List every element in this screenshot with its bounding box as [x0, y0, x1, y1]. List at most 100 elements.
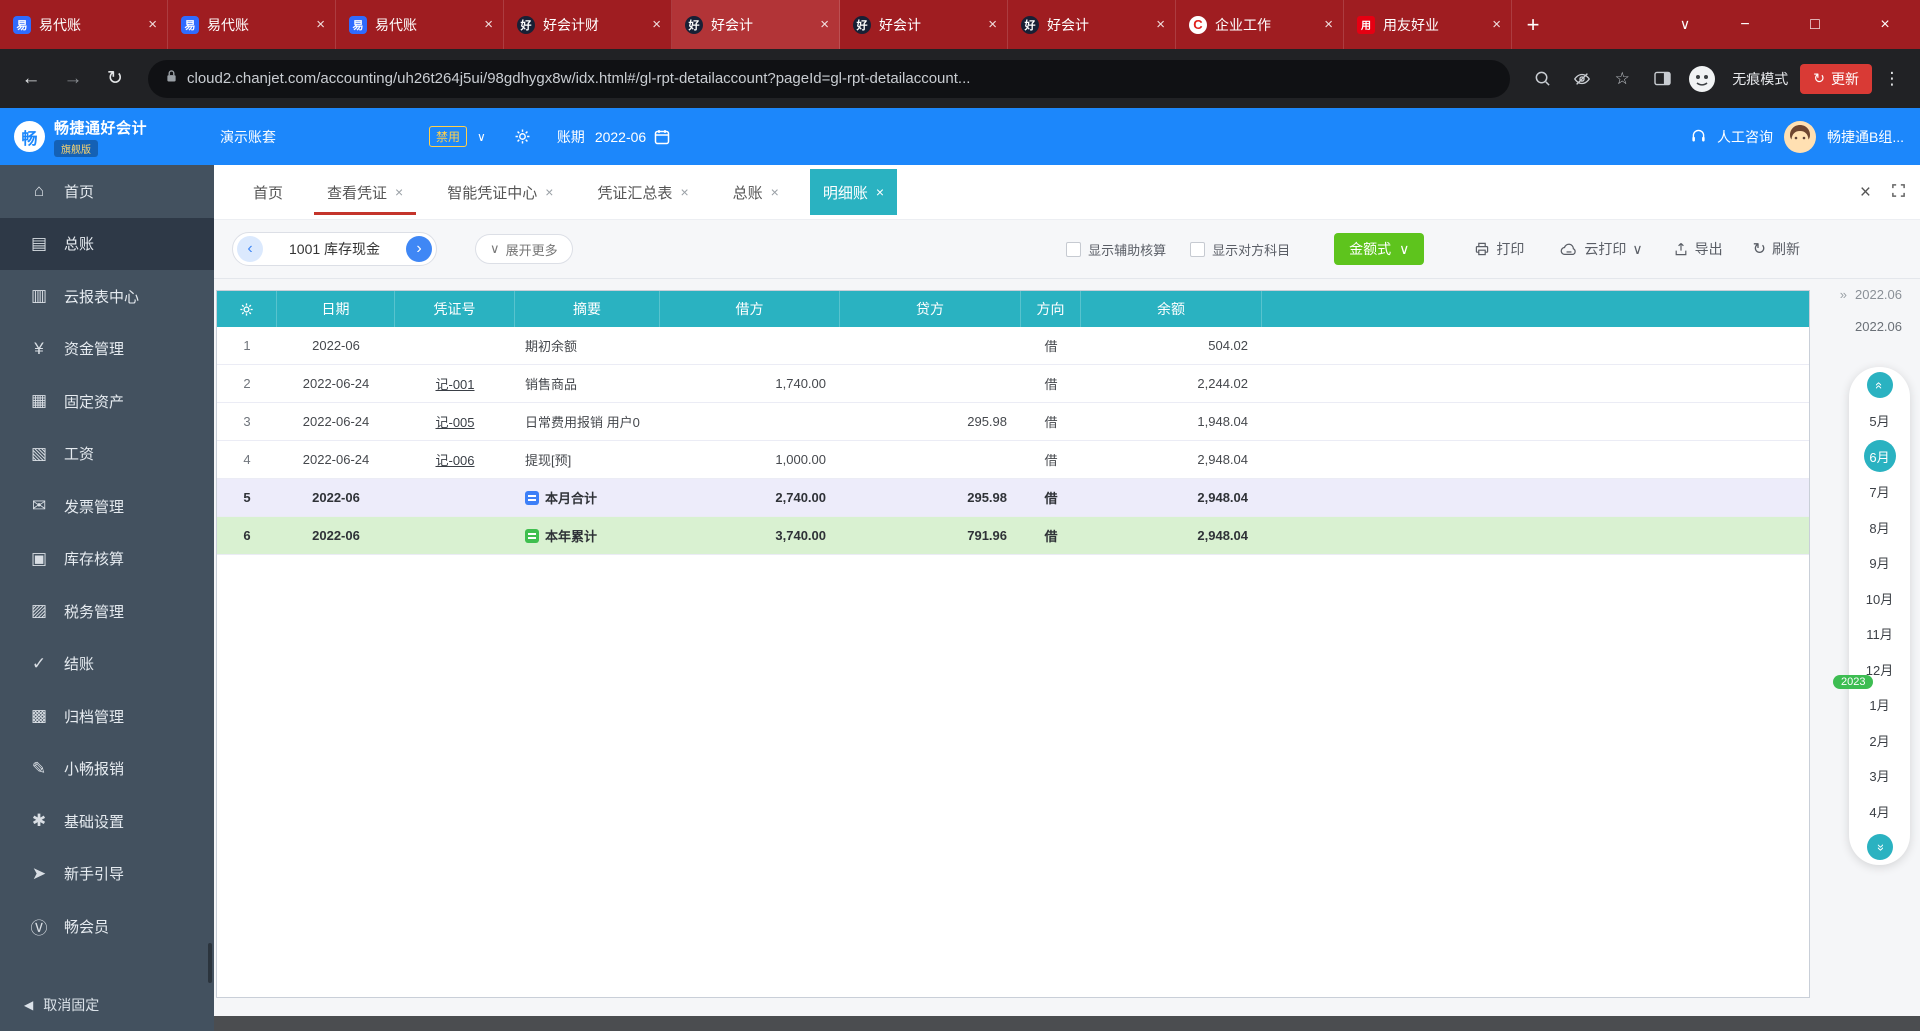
tab-close-icon[interactable]: × — [820, 16, 829, 33]
tab-close-icon[interactable]: × — [1492, 16, 1501, 33]
show-auxiliary-checkbox[interactable]: 显示辅助核算 — [1066, 240, 1166, 259]
workspace-tab[interactable]: 首页 — [240, 169, 296, 215]
bottom-scrollbar[interactable] — [214, 1016, 1920, 1031]
unpin-button[interactable]: ◀ 取消固定 — [0, 985, 214, 1025]
window-close-button[interactable]: × — [1850, 0, 1920, 49]
voucher-link[interactable]: 记-005 — [435, 415, 474, 430]
tab-close-icon[interactable]: × — [545, 184, 553, 200]
workspace-tab[interactable]: 明细账 × — [809, 169, 898, 215]
table-row[interactable]: 6 2022-06 本年累计 3,740.00 791.96 借 2,948.04 — [217, 517, 1809, 555]
month-item[interactable]: 5月 — [1849, 403, 1910, 439]
tab-close-icon[interactable]: × — [652, 16, 661, 33]
account-selector[interactable]: ‹ 1001 库存现金 › — [232, 232, 438, 266]
fullscreen-icon[interactable] — [1891, 183, 1906, 203]
month-item[interactable]: 11月 — [1849, 616, 1910, 652]
browser-menu-icon[interactable]: ⋮ — [1876, 69, 1908, 89]
table-row[interactable]: 1 2022-06 期初余额 借 504.02 — [217, 327, 1809, 365]
voucher-link[interactable]: 记-006 — [435, 453, 474, 468]
amount-format-button[interactable]: 金额式 ∨ — [1334, 233, 1425, 265]
sidebar-item-fund[interactable]: ¥ 资金管理 — [0, 323, 214, 376]
month-item[interactable]: 3月 — [1849, 758, 1910, 794]
tab-close-icon[interactable]: × — [484, 16, 493, 33]
tab-close-icon[interactable]: × — [988, 16, 997, 33]
search-icon[interactable] — [1524, 60, 1560, 98]
browser-tab[interactable]: 用用友好业 × — [1344, 0, 1512, 49]
browser-tab[interactable]: 易易代账 × — [336, 0, 504, 49]
back-icon[interactable]: ← — [12, 60, 50, 98]
calendar-icon[interactable] — [654, 129, 670, 145]
account-set-name[interactable]: 演示账套 — [220, 127, 276, 147]
sidebar-item-inventory[interactable]: ▣ 库存核算 — [0, 533, 214, 586]
tab-close-icon[interactable]: × — [1156, 16, 1165, 33]
sidebar-item-salary[interactable]: ▧ 工资 — [0, 428, 214, 481]
tab-close-icon[interactable]: × — [148, 16, 157, 33]
workspace-tab[interactable]: 智能凭证中心 × — [434, 169, 566, 215]
table-row[interactable]: 5 2022-06 本月合计 2,740.00 295.98 借 2,948.04 — [217, 479, 1809, 517]
tab-close-icon[interactable]: × — [316, 16, 325, 33]
checkbox-icon[interactable] — [1066, 241, 1082, 257]
sidebar-item-asset[interactable]: ▦ 固定资产 — [0, 375, 214, 428]
close-all-tabs-icon[interactable]: × — [1860, 182, 1871, 204]
show-counterpart-checkbox[interactable]: 显示对方科目 — [1190, 240, 1290, 259]
incognito-avatar[interactable] — [1684, 60, 1720, 98]
workspace-tab[interactable]: 查看凭证 × — [314, 169, 416, 215]
table-row[interactable]: 4 2022-06-24 记-006 提现[预] 1,000.00 借 2,948.04 — [217, 441, 1809, 479]
sidebar-item-tax[interactable]: ▨ 税务管理 — [0, 585, 214, 638]
sidebar-item-settings[interactable]: ✱ 基础设置 — [0, 795, 214, 848]
browser-tab[interactable]: 好好会计财 × — [504, 0, 672, 49]
sidebar-item-reimburse[interactable]: ✎ 小畅报销 — [0, 743, 214, 796]
sidebar-item-report[interactable]: ▥ 云报表中心 — [0, 270, 214, 323]
scroll-up-button[interactable]: « — [1866, 372, 1893, 398]
tab-close-icon[interactable]: × — [876, 184, 884, 200]
month-item[interactable]: 8月 — [1849, 510, 1910, 546]
sidebar-item-closing[interactable]: ✓ 结账 — [0, 638, 214, 691]
sidebar-item-member[interactable]: Ⓥ 畅会员 — [0, 900, 214, 953]
scroll-down-button[interactable]: « — [1866, 834, 1893, 860]
sidebar-item-ledger[interactable]: ▤ 总账 — [0, 217, 214, 270]
tab-close-icon[interactable]: × — [680, 184, 688, 200]
collapse-panel-icon[interactable]: » — [1840, 287, 1847, 302]
sidebar-item-archive[interactable]: ▩ 归档管理 — [0, 690, 214, 743]
sidebar-scrollbar[interactable] — [208, 943, 212, 983]
refresh-button[interactable]: ↻ 刷新 — [1753, 239, 1800, 259]
checkbox-icon[interactable] — [1190, 241, 1206, 257]
tab-close-icon[interactable]: × — [395, 184, 403, 200]
browser-tab[interactable]: 好好会计 × — [1008, 0, 1176, 49]
tabs-dropdown-icon[interactable]: ∨ — [1660, 0, 1710, 49]
export-button[interactable]: 导出 — [1673, 239, 1723, 259]
voucher-link[interactable]: 记-001 — [435, 377, 474, 392]
month-item[interactable]: 4月 — [1849, 794, 1910, 830]
header-gear-icon[interactable] — [514, 128, 531, 145]
user-name[interactable]: 畅捷通B组... — [1827, 127, 1904, 147]
new-tab-button[interactable]: + — [1512, 0, 1554, 49]
period-value[interactable]: 2022-06 — [595, 129, 646, 145]
account-set-dropdown-icon[interactable]: ∨ — [477, 130, 486, 144]
table-row[interactable]: 3 2022-06-24 记-005 日常费用报销 用户0 295.98 借 1,948.0… — [217, 403, 1809, 441]
month-item[interactable]: 6月 — [1849, 439, 1910, 475]
tab-close-icon[interactable]: × — [1324, 16, 1333, 33]
tab-close-icon[interactable]: × — [771, 184, 779, 200]
table-settings-gear-icon[interactable] — [217, 291, 277, 327]
month-item[interactable]: 10月 — [1849, 581, 1910, 617]
forward-icon[interactable]: → — [54, 60, 92, 98]
month-item[interactable]: 1月 — [1849, 687, 1910, 723]
browser-tab[interactable]: 易易代账 × — [0, 0, 168, 49]
update-button[interactable]: ↻ 更新 — [1800, 63, 1872, 94]
workspace-tab[interactable]: 总账 × — [720, 169, 792, 215]
print-button[interactable]: 打印 — [1474, 239, 1524, 259]
month-item[interactable]: 2月 — [1849, 723, 1910, 759]
sidebar-item-guide[interactable]: ➤ 新手引导 — [0, 848, 214, 901]
eye-slash-icon[interactable] — [1564, 60, 1600, 98]
bookmark-star-icon[interactable]: ☆ — [1604, 60, 1640, 98]
sidebar-item-home[interactable]: ⌂ 首页 — [0, 165, 214, 218]
side-panel-icon[interactable] — [1644, 60, 1680, 98]
user-avatar[interactable] — [1783, 120, 1817, 154]
workspace-tab[interactable]: 凭证汇总表 × — [584, 169, 701, 215]
browser-tab[interactable]: C 企业工作 × — [1176, 0, 1344, 49]
browser-tab[interactable]: 易易代账 × — [168, 0, 336, 49]
prev-account-icon[interactable]: ‹ — [237, 236, 263, 262]
browser-tab[interactable]: 好好会计 × — [840, 0, 1008, 49]
url-bar[interactable]: cloud2.chanjet.com/accounting/uh26t264j5… — [148, 59, 1511, 98]
browser-tab[interactable]: 好好会计 × — [672, 0, 840, 49]
month-item[interactable]: 9月 — [1849, 545, 1910, 581]
